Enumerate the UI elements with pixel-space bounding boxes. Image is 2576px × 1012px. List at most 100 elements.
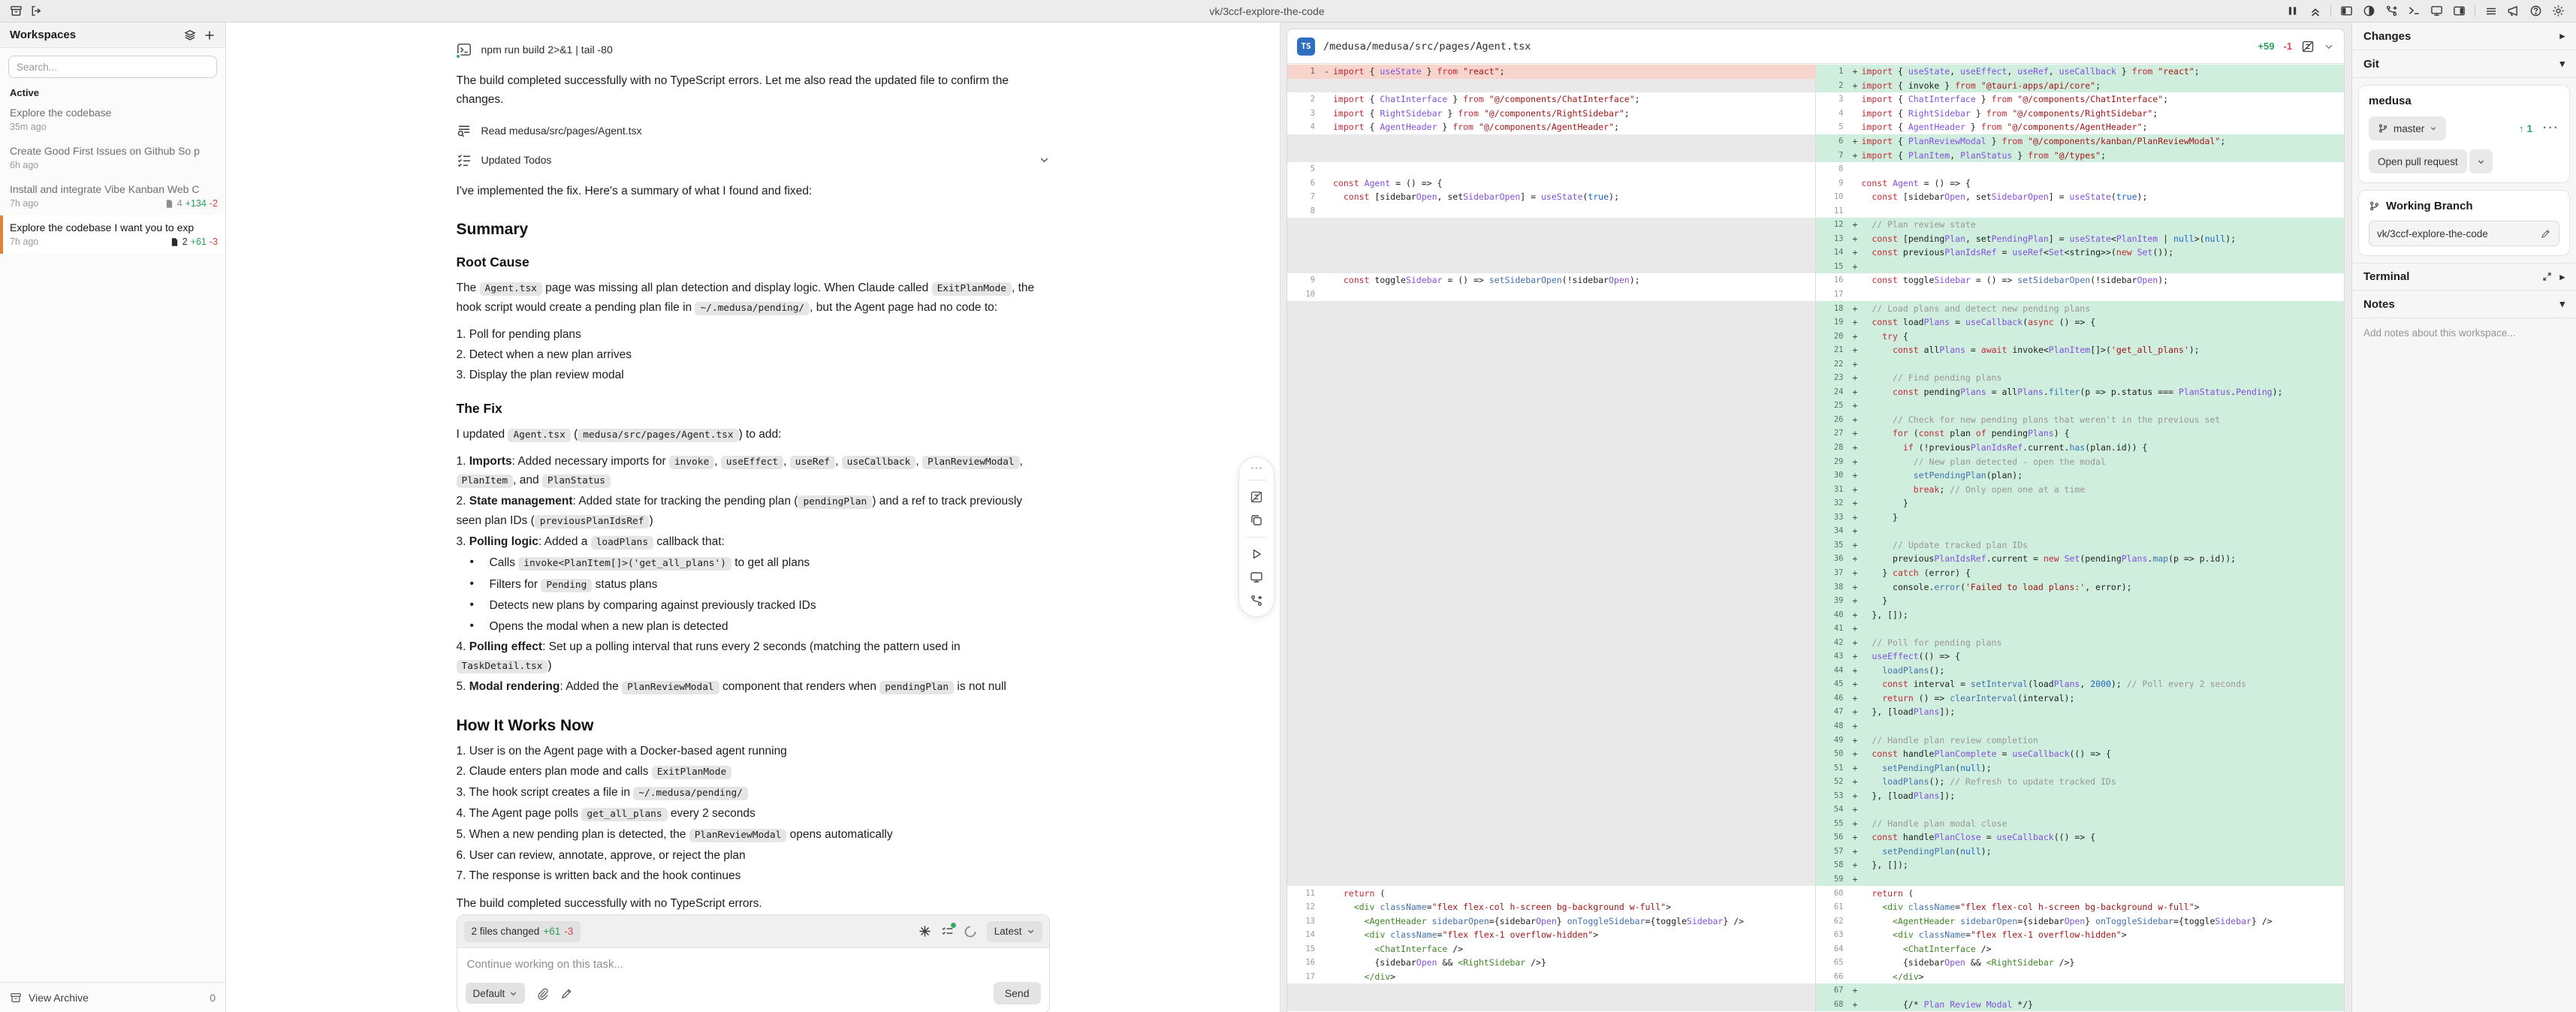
wrap-icon[interactable]	[2301, 40, 2315, 53]
tool-chip-read[interactable]: Read medusa/src/pages/Agent.tsx	[457, 123, 1050, 138]
diff-line: 33+ }	[1816, 511, 2345, 525]
diff-line: 12 <div className="flex flex-col h-scree…	[1287, 900, 1815, 914]
diff-line	[1287, 357, 1815, 371]
workspace-item[interactable]: Install and integrate Vibe Kanban Web C7…	[0, 177, 225, 215]
working-branch-card: Working Branch	[2358, 190, 2570, 256]
menu-icon[interactable]	[2484, 4, 2498, 18]
workspace-item[interactable]: Create Good First Issues on Github So p6…	[0, 139, 225, 177]
workspace-item[interactable]: Explore the codebase 35m ago	[0, 101, 225, 139]
caret-down-icon: ▾	[2559, 298, 2565, 310]
git-section-header[interactable]: Git ▾	[2352, 50, 2576, 78]
monitor-icon[interactable]	[2430, 4, 2444, 18]
files-changed-badge[interactable]: 2 files changed +61 -3	[464, 921, 581, 942]
archive-icon[interactable]	[9, 4, 23, 18]
working-branch-field[interactable]	[2377, 228, 2535, 239]
archive-count: 0	[210, 992, 216, 1004]
pr-dropdown-button[interactable]	[2469, 149, 2493, 173]
chevron-down-icon[interactable]	[1039, 155, 1050, 166]
diff-line	[1287, 385, 1815, 399]
diff-line: 50+ const handlePlanComplete = useCallba…	[1816, 747, 2345, 761]
diff-body[interactable]: 1-import { useState } from "react";2impo…	[1287, 65, 2344, 1012]
view-archive-button[interactable]: View Archive 0	[0, 982, 225, 1012]
pen-icon[interactable]	[560, 987, 573, 1000]
diff-line: 30+ setPendingPlan(plan);	[1816, 468, 2345, 483]
copy-icon[interactable]	[1250, 514, 1263, 527]
ordered-list-item: 3. Polling logic: Added a loadPlans call…	[457, 533, 1050, 553]
expand-icon[interactable]	[2542, 272, 2552, 282]
ordered-list-item: 2. Detect when a new plan arrives	[457, 346, 1050, 365]
ordered-list-item: 1. User is on the Agent page with a Dock…	[457, 742, 1050, 761]
open-pr-button[interactable]: Open pull request	[2369, 149, 2467, 173]
sparkle-icon[interactable]	[918, 925, 931, 938]
git-graph-icon[interactable]	[1250, 594, 1263, 607]
changes-section-header[interactable]: Changes ▸	[2352, 23, 2576, 50]
working-branch-input[interactable]	[2369, 221, 2559, 246]
diff-line: 3import { ChatInterface } from "@/compon…	[1816, 92, 2345, 107]
diff-line: 19+ const loadPlans = useCallback(async …	[1816, 315, 2345, 330]
diff-line: 56+ const handlePlanClose = useCallback(…	[1816, 830, 2345, 845]
monitor-icon[interactable]	[1250, 571, 1263, 584]
tool-chip-todos[interactable]: Updated Todos	[457, 152, 1050, 167]
diff-line	[1287, 607, 1815, 622]
pause-icon[interactable]	[2285, 4, 2300, 18]
diff-line: 9 const toggleSidebar = () => setSidebar…	[1287, 273, 1815, 288]
read-icon	[457, 123, 472, 138]
theme-icon[interactable]	[2362, 4, 2376, 18]
layers-icon[interactable]	[184, 29, 196, 41]
exit-icon[interactable]	[29, 4, 44, 18]
inline-code: medusa/src/pages/Agent.tsx	[578, 429, 738, 442]
ordered-list-item: 5. Modal rendering: Added the PlanReview…	[457, 678, 1050, 697]
send-button[interactable]: Send	[994, 982, 1041, 1004]
diff-file-header[interactable]: TS /medusa/medusa/src/pages/Agent.tsx +5…	[1287, 29, 2344, 64]
inline-code: Agent.tsx	[480, 282, 542, 296]
chevron-down-icon[interactable]	[2324, 41, 2334, 52]
chat-heading: How It Works Now	[457, 717, 1050, 735]
tool-chip-terminal[interactable]: npm run build 2>&1 | tail -80	[457, 42, 1050, 57]
workspace-title: Explore the codebase	[10, 107, 218, 119]
message-input[interactable]	[467, 958, 1039, 971]
terminal-section-header[interactable]: Terminal ▸	[2352, 263, 2576, 291]
inline-code: ExitPlanMode	[652, 766, 731, 779]
notes-section-header[interactable]: Notes ▾	[2352, 291, 2576, 318]
version-select[interactable]: Latest	[987, 921, 1042, 942]
inline-code: previousPlanIdsRef	[535, 515, 650, 529]
diff-line: 17 </div>	[1287, 970, 1815, 984]
model-label: Default	[473, 988, 505, 999]
panel-left-icon[interactable]	[2339, 4, 2354, 18]
settings-icon[interactable]	[2551, 4, 2565, 18]
chat-scroll-area[interactable]: npm run build 2>&1 | tail -80The build c…	[226, 23, 1280, 1012]
todos-icon[interactable]	[941, 925, 954, 938]
branch-icon	[2378, 123, 2388, 134]
ordered-list-item: 4. Polling effect: Set up a polling inte…	[457, 638, 1050, 676]
diff-line: 55+ // Handle plan modal close	[1816, 817, 2345, 831]
doc-icon	[170, 237, 179, 247]
wrap-icon[interactable]	[1250, 490, 1263, 504]
diff-line: 54+	[1816, 803, 2345, 817]
notes-placeholder[interactable]: Add notes about this workspace...	[2352, 318, 2576, 348]
inline-code: Agent.tsx	[508, 429, 570, 442]
search-input[interactable]	[8, 56, 217, 78]
ordered-list-item: 4. The Agent page polls get_all_plans ev…	[457, 805, 1050, 824]
paperclip-icon[interactable]	[536, 987, 549, 1000]
diff-line: 64 <ChatInterface />	[1816, 941, 2345, 956]
help-icon[interactable]	[2529, 4, 2543, 18]
collapse-icon[interactable]	[2308, 4, 2322, 18]
dots-handle-icon[interactable]	[1250, 466, 1262, 470]
files-changed-label: 2 files changed	[472, 926, 540, 937]
diff-line	[1287, 524, 1815, 538]
git-graph-icon[interactable]	[2384, 4, 2399, 18]
add-workspace-button[interactable]	[204, 29, 216, 41]
caret-down-icon: ▾	[2559, 58, 2565, 70]
ordered-list-item: 7. The response is written back and the …	[457, 867, 1050, 886]
ellipsis-icon[interactable]: ···	[2543, 122, 2559, 135]
megaphone-icon[interactable]	[2506, 4, 2520, 18]
panel-right-icon[interactable]	[2452, 4, 2466, 18]
branch-select[interactable]: master	[2369, 116, 2446, 140]
pencil-icon[interactable]	[2540, 228, 2551, 239]
workspace-time: 35m ago	[10, 122, 47, 132]
bullet: •	[470, 575, 474, 594]
workspace-item[interactable]: Explore the codebase I want you to exp7h…	[0, 215, 225, 254]
terminal-icon[interactable]	[2407, 4, 2421, 18]
play-icon[interactable]	[1250, 547, 1263, 561]
model-select[interactable]: Default	[466, 983, 526, 1004]
